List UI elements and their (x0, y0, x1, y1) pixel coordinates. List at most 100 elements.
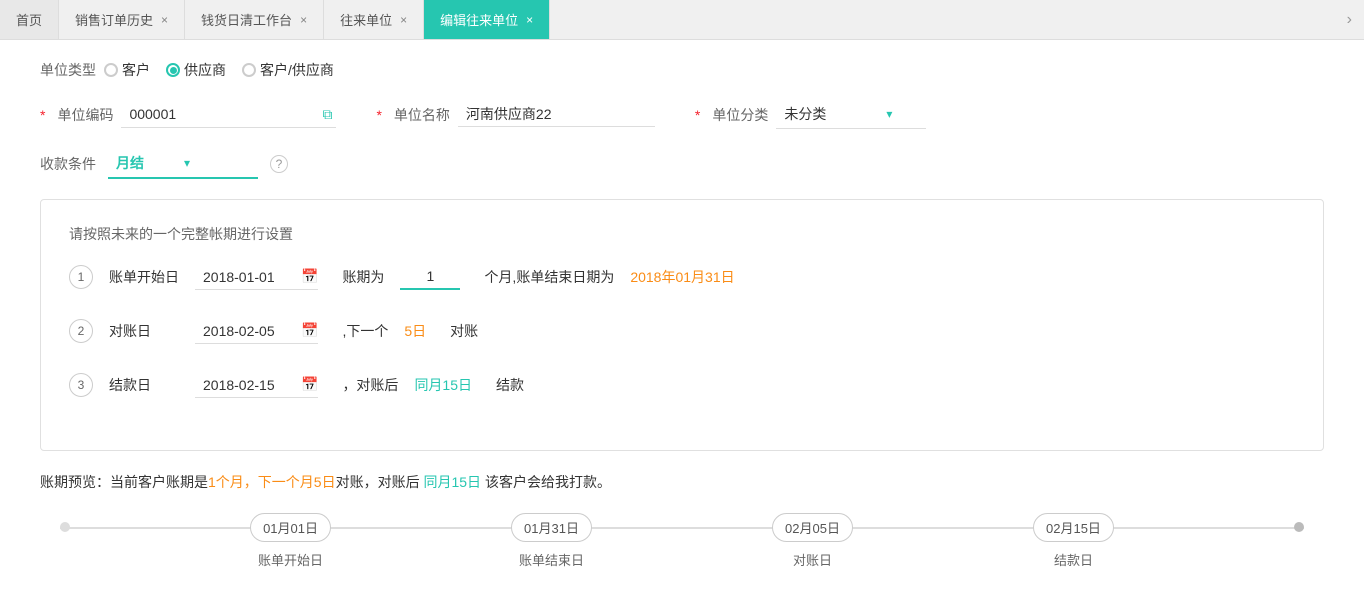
radio-supplier-label: 供应商 (184, 60, 226, 80)
unit-type-label: 单位类型 (40, 60, 96, 80)
unit-category-field: * 单位分类 未分类 ▾ (695, 100, 926, 129)
setting-number-2: 2 (69, 319, 93, 343)
preview-suffix: 该客户会给我打款。 (485, 474, 611, 490)
radio-customer-label: 客户 (122, 60, 150, 80)
timeline-items: 01月01日 账单开始日 01月31日 账单结束日 02月05日 对账日 02月… (60, 513, 1304, 569)
row3-desc-prefix: ，对账后 (342, 375, 398, 395)
radio-customer-circle (104, 63, 118, 77)
timeline-badge-1: 01月01日 (250, 513, 331, 542)
calendar-icon-2[interactable]: 📅 (301, 322, 318, 339)
date-field-3[interactable] (195, 377, 295, 393)
tab-edit-partner[interactable]: 编辑往来单位 × (424, 0, 550, 40)
tab-partner-unit[interactable]: 往来单位 × (324, 0, 424, 40)
preview-text: 账期预览：当前客户账期是1个月，下一个月5日对账，对账后 同月15日 该客户会给… (40, 471, 1324, 493)
date-field-1[interactable] (195, 269, 295, 285)
timeline-sublabel-1: 账单开始日 (258, 550, 323, 569)
radio-customer-supplier[interactable]: 客户/供应商 (242, 60, 334, 80)
radio-customer[interactable]: 客户 (104, 60, 150, 80)
period-end-date: 2018年01月31日 (630, 267, 734, 287)
unit-name-label: 单位名称 (394, 105, 450, 125)
unit-type-field: 单位类型 客户 供应商 客户/供应商 (40, 60, 334, 80)
payment-condition-chevron-icon: ▾ (184, 156, 190, 170)
tab-sales-history-label: 销售订单历史 (75, 10, 153, 29)
setting-label-3: 结款日 (109, 375, 179, 395)
timeline-item-2: 01月31日 账单结束日 (511, 513, 592, 569)
preview-prefix: 账期预览：当前客户账期是 (40, 474, 208, 490)
setting-label-2: 对账日 (109, 321, 179, 341)
unit-name-input[interactable] (458, 102, 655, 127)
radio-customer-supplier-circle (242, 63, 256, 77)
setting-row-2: 2 对账日 📅 ,下一个5日对账 (69, 318, 1295, 344)
setting-number-3: 3 (69, 373, 93, 397)
tab-sales-history-close[interactable]: × (161, 13, 168, 27)
unit-name-required: * (376, 107, 381, 123)
tab-sales-history[interactable]: 销售订单历史 × (59, 0, 185, 40)
unit-category-value: 未分类 (784, 104, 826, 124)
preview-section: 账期预览：当前客户账期是1个月，下一个月5日对账，对账后 同月15日 该客户会给… (40, 471, 1324, 569)
tab-cash-work-close[interactable]: × (300, 13, 307, 27)
preview-middle: 对账，对账后 (336, 474, 420, 490)
row2-desc-prefix: ,下一个 (342, 321, 388, 341)
period-unit: 个月,账单结束日期为 (484, 267, 614, 287)
date-input-2: 📅 (195, 318, 318, 344)
settings-card: 请按照未来的一个完整帐期进行设置 1 账单开始日 📅 账期为 个月,账单结束日期… (40, 199, 1324, 451)
timeline-sublabel-2: 账单结束日 (519, 550, 584, 569)
tab-home[interactable]: 首页 (0, 0, 59, 40)
setting-label-1: 账单开始日 (109, 267, 179, 287)
unit-info-row: * 单位编码 ⧉ * 单位名称 * 单位分类 未分类 ▾ (40, 100, 1324, 129)
unit-name-field: * 单位名称 (376, 102, 654, 127)
payment-condition-value: 月结 (116, 153, 144, 173)
tab-edit-partner-label: 编辑往来单位 (440, 10, 518, 29)
unit-category-select[interactable]: 未分类 ▾ (776, 100, 926, 129)
radio-supplier[interactable]: 供应商 (166, 60, 226, 80)
radio-supplier-circle (166, 63, 180, 77)
period-label: 账期为 (342, 267, 384, 287)
unit-type-row: 单位类型 客户 供应商 客户/供应商 (40, 60, 1324, 80)
tab-partner-unit-label: 往来单位 (340, 10, 392, 29)
calendar-icon-3[interactable]: 📅 (301, 376, 318, 393)
unit-code-field: * 单位编码 ⧉ (40, 102, 336, 128)
timeline-badge-4: 02月15日 (1033, 513, 1114, 542)
preview-part3: 同月15日 (423, 474, 481, 490)
date-input-3: 📅 (195, 372, 318, 398)
setting-row-3: 3 结款日 📅 ，对账后同月15日结款 (69, 372, 1295, 398)
period-input[interactable] (400, 264, 460, 290)
settings-title: 请按照未来的一个完整帐期进行设置 (69, 224, 1295, 244)
help-icon[interactable]: ? (270, 155, 288, 173)
row3-highlight: 同月15日 (414, 375, 472, 395)
timeline-item-4: 02月15日 结款日 (1033, 513, 1114, 569)
tab-expand-button[interactable]: › (1335, 11, 1364, 29)
unit-category-required: * (695, 107, 700, 123)
unit-code-label: 单位编码 (57, 105, 113, 125)
unit-category-chevron-icon: ▾ (886, 107, 892, 121)
date-input-1: 📅 (195, 264, 318, 290)
payment-condition-select[interactable]: 月结 ▾ (108, 149, 258, 179)
timeline-sublabel-3: 对账日 (793, 550, 832, 569)
tab-edit-partner-close[interactable]: × (526, 13, 533, 27)
date-field-2[interactable] (195, 323, 295, 339)
calendar-icon-1[interactable]: 📅 (301, 268, 318, 285)
timeline-badge-3: 02月05日 (772, 513, 853, 542)
tab-bar: 首页 销售订单历史 × 钱货日清工作台 × 往来单位 × 编辑往来单位 × › (0, 0, 1364, 40)
timeline-badge-2: 01月31日 (511, 513, 592, 542)
timeline-sublabel-4: 结款日 (1054, 550, 1093, 569)
preview-part1: 1个月， (208, 474, 258, 490)
unit-code-input-group: ⧉ (121, 102, 336, 128)
unit-code-required: * (40, 107, 45, 123)
unit-type-radio-group: 客户 供应商 客户/供应商 (104, 60, 334, 80)
row2-desc-suffix: 对账 (450, 321, 478, 341)
main-content: 单位类型 客户 供应商 客户/供应商 * 单位编码 (0, 40, 1364, 608)
preview-part2: 下一个月5日 (258, 474, 336, 490)
timeline-start (60, 513, 70, 569)
tab-cash-work[interactable]: 钱货日清工作台 × (185, 0, 324, 40)
timeline-end (1294, 513, 1304, 569)
tab-partner-unit-close[interactable]: × (400, 13, 407, 27)
timeline-item-3: 02月05日 对账日 (772, 513, 853, 569)
setting-row-1: 1 账单开始日 📅 账期为 个月,账单结束日期为 2018年01月31日 (69, 264, 1295, 290)
copy-icon[interactable]: ⧉ (318, 106, 336, 123)
radio-customer-supplier-label: 客户/供应商 (260, 60, 334, 80)
unit-code-input[interactable] (121, 106, 318, 122)
tab-cash-work-label: 钱货日清工作台 (201, 10, 292, 29)
payment-condition-row: 收款条件 月结 ▾ ? (40, 149, 1324, 179)
unit-category-label: 单位分类 (712, 105, 768, 125)
